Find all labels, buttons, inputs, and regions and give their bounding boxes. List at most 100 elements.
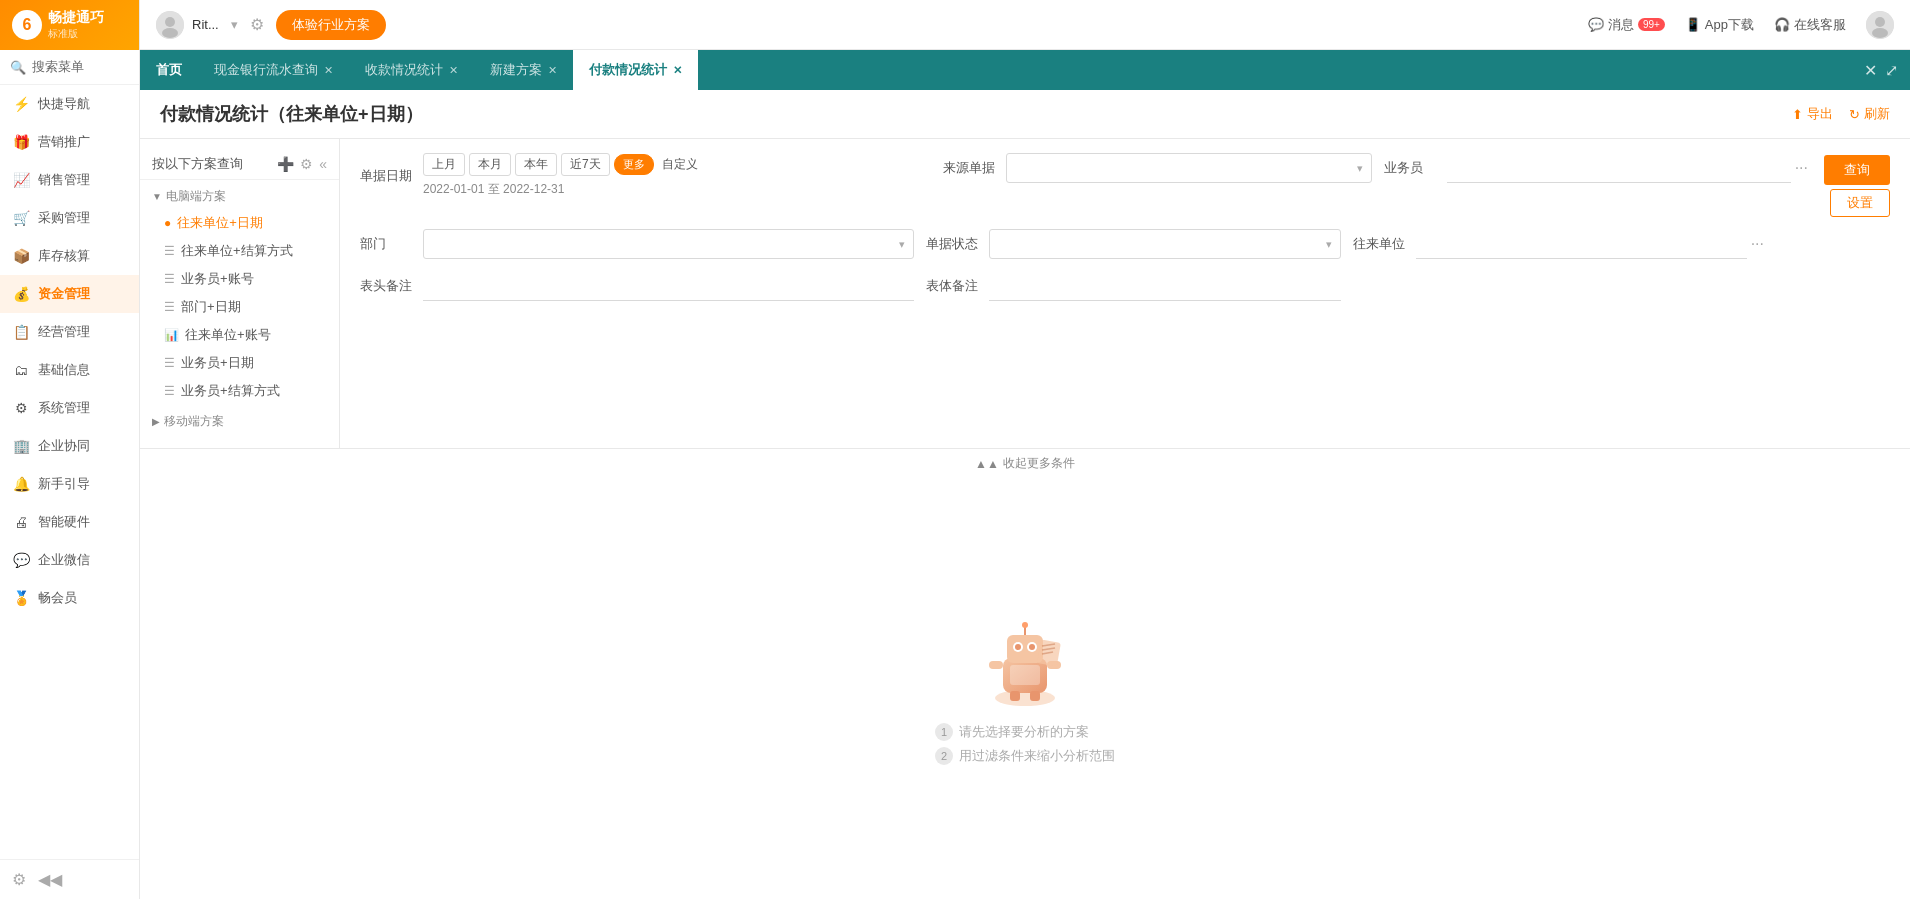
more-date-btn[interactable]: 更多 <box>614 154 654 175</box>
hint-text-2: 用过滤条件来缩小分析范围 <box>959 747 1115 765</box>
sidebar-item-sales[interactable]: 📈 销售管理 <box>0 161 139 199</box>
header-user-avatar[interactable] <box>1866 11 1894 39</box>
sidebar-item-hardware[interactable]: 🖨 智能硬件 <box>0 503 139 541</box>
sidebar-item-basic[interactable]: 🗂 基础信息 <box>0 351 139 389</box>
tab-home[interactable]: 首页 <box>140 50 198 90</box>
svg-point-2 <box>162 28 178 38</box>
basic-icon: 🗂 <box>12 361 30 379</box>
refresh-action[interactable]: ↻ 刷新 <box>1849 105 1890 123</box>
filter-form: 单据日期 上月 本月 本年 近7天 更多 自定义 2022-01-01 至 20… <box>340 139 1910 448</box>
search-icon: 🔍 <box>10 60 26 75</box>
tab-payment-label: 付款情况统计 <box>589 61 667 79</box>
user-dropdown-icon[interactable]: ▾ <box>231 17 238 32</box>
scheme-item-staff-date[interactable]: ☰ 业务员+日期 <box>140 349 339 377</box>
sidebar-item-purchase[interactable]: 🛒 采购管理 <box>0 199 139 237</box>
try-industry-button[interactable]: 体验行业方案 <box>276 10 386 40</box>
body-note-input[interactable] <box>989 271 1341 301</box>
sidebar-item-inventory[interactable]: 📦 库存核算 <box>0 237 139 275</box>
scheme-item-staff-account[interactable]: ☰ 业务员+账号 <box>140 265 339 293</box>
last-month-btn[interactable]: 上月 <box>423 153 465 176</box>
tab-cash[interactable]: 现金银行流水查询 ✕ <box>198 50 349 90</box>
sidebar-item-wechat[interactable]: 💬 企业微信 <box>0 541 139 579</box>
scheme-item-label: 业务员+结算方式 <box>181 382 280 400</box>
staff-dots-icon[interactable]: ··· <box>1791 159 1812 177</box>
tab-cash-close-icon[interactable]: ✕ <box>324 64 333 77</box>
scheme-group-label: 移动端方案 <box>164 413 224 430</box>
sidebar-item-guide[interactable]: 🔔 新手引导 <box>0 465 139 503</box>
source-select[interactable]: ▾ <box>1006 153 1371 183</box>
dept-select[interactable]: ▾ <box>423 229 914 259</box>
partner-input[interactable] <box>1416 229 1747 259</box>
scheme-group-title-mobile[interactable]: ▶ 移动端方案 <box>140 409 339 434</box>
this-year-btn[interactable]: 本年 <box>515 153 557 176</box>
scheme-item-unit-settle[interactable]: ☰ 往来单位+结算方式 <box>140 237 339 265</box>
sidebar-item-enterprise[interactable]: 🏢 企业协同 <box>0 427 139 465</box>
scheme-item-staff-settle[interactable]: ☰ 业务员+结算方式 <box>140 377 339 405</box>
query-button[interactable]: 查询 <box>1824 155 1890 185</box>
sidebar-item-label: 库存核算 <box>38 247 90 265</box>
scheme-item-icon: ☰ <box>164 272 175 286</box>
tab-payment-close-icon[interactable]: ✕ <box>673 64 682 77</box>
scheme-group-title-desktop[interactable]: ▼ 电脑端方案 <box>140 184 339 209</box>
export-action[interactable]: ⬆ 导出 <box>1792 105 1833 123</box>
settings-gear-icon[interactable]: ⚙ <box>250 15 264 34</box>
sidebar-item-marketing[interactable]: 🎁 营销推广 <box>0 123 139 161</box>
tab-new-scheme-close-icon[interactable]: ✕ <box>548 64 557 77</box>
tab-cash-label: 现金银行流水查询 <box>214 61 318 79</box>
tab-receipts-label: 收款情况统计 <box>365 61 443 79</box>
scheme-item-dept-date[interactable]: ☰ 部门+日期 <box>140 293 339 321</box>
doc-status-select[interactable]: ▾ <box>989 229 1341 259</box>
last-7-days-btn[interactable]: 近7天 <box>561 153 610 176</box>
system-icon: ⚙ <box>12 399 30 417</box>
tab-payment[interactable]: 付款情况统计 ✕ <box>573 50 698 90</box>
management-icon: 📋 <box>12 323 30 341</box>
top-header: Rit... ▾ ⚙ 体验行业方案 💬 消息 99+ 📱 App下载 🎧 在线客… <box>140 0 1910 50</box>
sidebar-item-shortcut[interactable]: ⚡ 快捷导航 <box>0 85 139 123</box>
header-note-input[interactable] <box>423 271 914 301</box>
partner-dots-icon[interactable]: ··· <box>1747 235 1768 253</box>
collapse-more-button[interactable]: ▲▲ 收起更多条件 <box>975 455 1075 472</box>
empty-hint-1: 1 请先选择要分析的方案 <box>935 723 1115 741</box>
sidebar-item-management[interactable]: 📋 经营管理 <box>0 313 139 351</box>
settings-button[interactable]: 设置 <box>1830 189 1890 217</box>
add-scheme-icon[interactable]: ➕ <box>277 156 294 172</box>
export-label: 导出 <box>1807 105 1833 123</box>
sidebar-item-capital[interactable]: 💰 资金管理 <box>0 275 139 313</box>
wechat-icon: 💬 <box>12 551 30 569</box>
tab-receipts[interactable]: 收款情况统计 ✕ <box>349 50 474 90</box>
collapse-scheme-icon[interactable]: « <box>319 156 327 172</box>
expand-tabs-icon[interactable]: ⤢ <box>1885 61 1898 80</box>
sidebar-item-member[interactable]: 🏅 畅会员 <box>0 579 139 617</box>
staff-input[interactable] <box>1447 153 1791 183</box>
search-menu-item[interactable]: 🔍 搜索菜单 <box>0 50 139 85</box>
close-all-tabs-icon[interactable]: ✕ <box>1864 61 1877 80</box>
collapse-sidebar-icon[interactable]: ◀◀ <box>38 870 62 889</box>
settings-scheme-icon[interactable]: ⚙ <box>300 156 313 172</box>
tab-new-scheme[interactable]: 新建方案 ✕ <box>474 50 573 90</box>
tab-receipts-close-icon[interactable]: ✕ <box>449 64 458 77</box>
online-service-item[interactable]: 🎧 在线客服 <box>1774 16 1846 34</box>
scheme-item-label: 业务员+日期 <box>181 354 254 372</box>
doc-status-dropdown-icon: ▾ <box>1326 238 1332 251</box>
user-avatar <box>156 11 184 39</box>
scheme-item-unit-date[interactable]: ● 往来单位+日期 <box>140 209 339 237</box>
sidebar-item-label: 营销推广 <box>38 133 90 151</box>
hint-num-2: 2 <box>935 747 953 765</box>
filter-field-doc-status: 单据状态 ▾ <box>926 229 1341 259</box>
settings-bottom-icon[interactable]: ⚙ <box>12 870 26 889</box>
filter-field-body-note: 表体备注 <box>926 271 1341 301</box>
sidebar-item-label: 智能硬件 <box>38 513 90 531</box>
filter-btn-group: 查询 设置 <box>1824 153 1890 217</box>
filter-field-dept: 部门 ▾ <box>360 229 914 259</box>
sidebar-item-system[interactable]: ⚙ 系统管理 <box>0 389 139 427</box>
app-download-item[interactable]: 📱 App下载 <box>1685 16 1754 34</box>
collapse-up-icon: ▲▲ <box>975 457 999 471</box>
scheme-item-unit-account[interactable]: 📊 往来单位+账号 <box>140 321 339 349</box>
staff-label: 业务员 <box>1384 159 1439 177</box>
messages-item[interactable]: 💬 消息 99+ <box>1588 16 1665 34</box>
page-header-actions: ⬆ 导出 ↻ 刷新 <box>1792 105 1890 123</box>
this-month-btn[interactable]: 本月 <box>469 153 511 176</box>
main-area: Rit... ▾ ⚙ 体验行业方案 💬 消息 99+ 📱 App下载 🎧 在线客… <box>140 0 1910 899</box>
empty-hint-2: 2 用过滤条件来缩小分析范围 <box>935 747 1115 765</box>
user-info[interactable]: Rit... <box>156 11 219 39</box>
